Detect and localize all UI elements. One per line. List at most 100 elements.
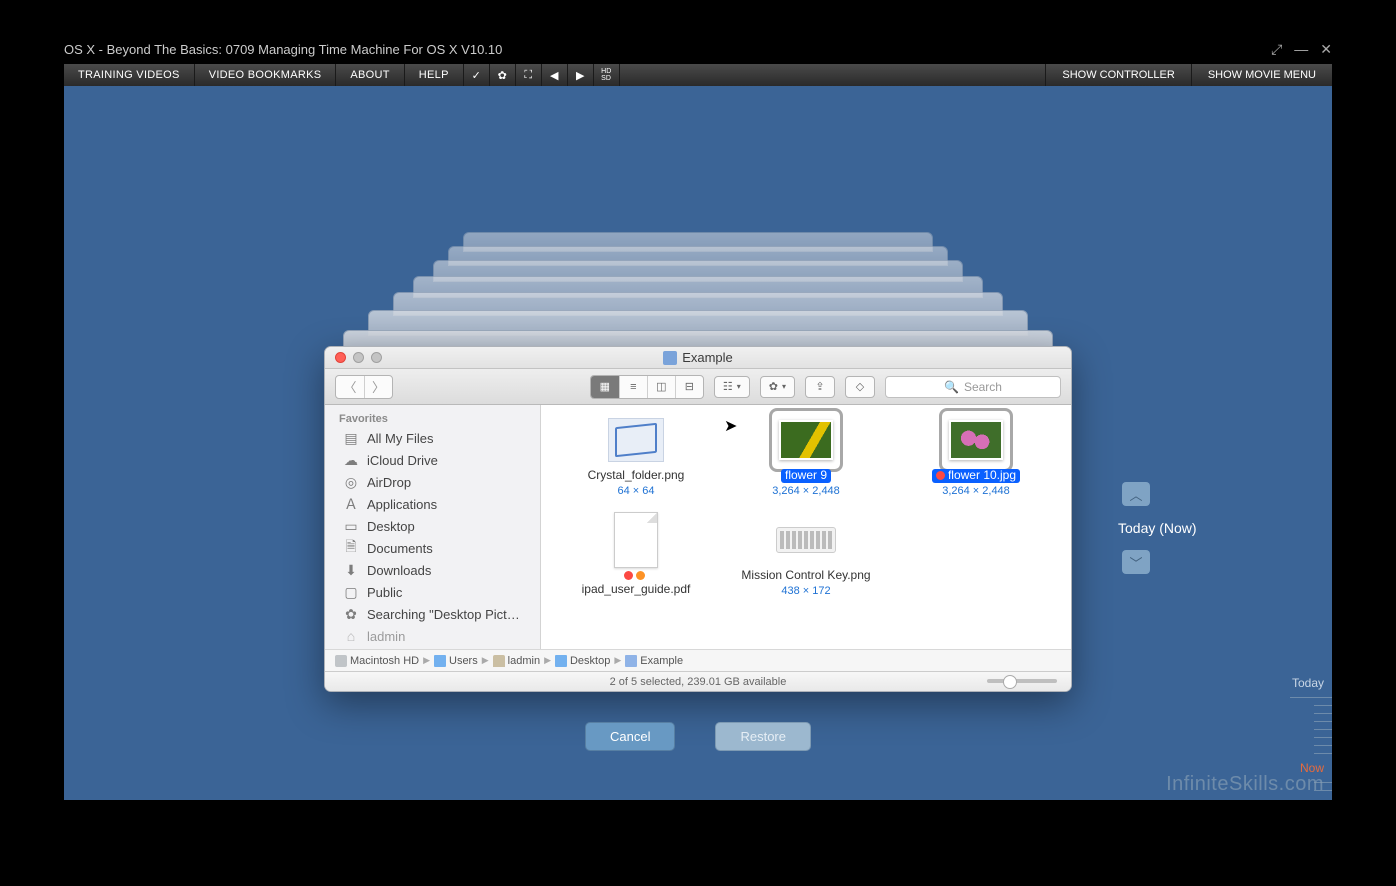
documents-icon: 🗎: [343, 540, 359, 556]
sidebar-item-applications[interactable]: ＡApplications: [325, 493, 540, 515]
menu-help[interactable]: HELP: [405, 64, 464, 86]
folder-icon: [663, 351, 677, 365]
player-menubar: TRAINING VIDEOS VIDEO BOOKMARKS ABOUT HE…: [64, 64, 1332, 86]
action-button[interactable]: ✿ ▾: [760, 376, 795, 398]
file-name: ipad_user_guide.pdf: [571, 569, 701, 597]
desktop-icon: ▭: [343, 518, 359, 534]
timeline-today-label: Today: [1272, 676, 1332, 690]
file-item[interactable]: flower 10.jpg 3,264 × 2,448: [895, 413, 1057, 497]
menu-training-videos[interactable]: TRAINING VIDEOS: [64, 64, 195, 86]
path-segment[interactable]: Users: [434, 655, 478, 667]
tags-button[interactable]: ◇: [845, 376, 875, 398]
tag-red-icon: [624, 571, 633, 580]
window-restore-icon[interactable]: ⤢: [1271, 41, 1282, 58]
nav-back-button[interactable]: 〈: [336, 376, 364, 398]
status-text: 2 of 5 selected, 239.01 GB available: [610, 676, 787, 688]
menu-video-bookmarks[interactable]: VIDEO BOOKMARKS: [195, 64, 337, 86]
app-window-title: OS X - Beyond The Basics: 0709 Managing …: [64, 42, 1271, 57]
finder-window: Example 〈 〉 ▦ ≡ ◫ ⊟ ☷ ▾ ✿ ▾ ⇪ ◇: [324, 346, 1072, 692]
file-name: Mission Control Key.png: [741, 569, 870, 583]
share-button[interactable]: ⇪: [805, 376, 835, 398]
menu-show-movie-menu[interactable]: SHOW MOVIE MENU: [1191, 64, 1332, 86]
hd-icon: [335, 655, 347, 667]
sidebar-item-public[interactable]: ▢Public: [325, 581, 540, 603]
timeline-current-label: Today (Now): [1118, 520, 1197, 536]
check-icon[interactable]: ✓: [464, 64, 490, 86]
keyboard-thumb-icon: [776, 527, 836, 553]
gear-icon[interactable]: ✿: [490, 64, 516, 86]
sidebar-item-all-my-files[interactable]: ▤All My Files: [325, 427, 540, 449]
sidebar-item-documents[interactable]: 🗎Documents: [325, 537, 540, 559]
prev-icon[interactable]: ◀: [542, 64, 568, 86]
applications-icon: Ａ: [343, 496, 359, 512]
finder-sidebar: Favorites ▤All My Files ☁iCloud Drive ◎A…: [325, 405, 541, 649]
pdf-thumb-icon: [614, 512, 658, 568]
airdrop-icon: ◎: [343, 474, 359, 490]
public-icon: ▢: [343, 584, 359, 600]
gear-icon: ✿: [343, 606, 359, 622]
view-list-button[interactable]: ≡: [619, 376, 647, 398]
search-input[interactable]: 🔍 Search: [885, 376, 1061, 398]
tag-red-icon: [936, 471, 945, 480]
view-icon-button[interactable]: ▦: [591, 376, 619, 398]
folder-thumb-icon: [608, 418, 664, 462]
all-files-icon: ▤: [343, 430, 359, 446]
menu-about[interactable]: ABOUT: [336, 64, 404, 86]
search-icon: 🔍: [944, 380, 959, 394]
finder-title: Example: [682, 350, 733, 365]
sidebar-item-downloads[interactable]: ⬇Downloads: [325, 559, 540, 581]
play-icon[interactable]: ▶: [568, 64, 594, 86]
chevron-right-icon: ▶: [482, 655, 489, 666]
file-item[interactable]: ipad_user_guide.pdf: [555, 513, 717, 597]
file-item[interactable]: Mission Control Key.png 438 × 172: [725, 513, 887, 597]
file-dimensions: 3,264 × 2,448: [772, 485, 840, 497]
view-column-button[interactable]: ◫: [647, 376, 675, 398]
sidebar-item-airdrop[interactable]: ◎AirDrop: [325, 471, 540, 493]
file-name: flower 10.jpg: [932, 469, 1020, 483]
traffic-close-icon[interactable]: [335, 352, 346, 363]
timeline-up-button[interactable]: ︿: [1122, 482, 1150, 506]
chevron-right-icon: ▶: [544, 655, 551, 666]
path-segment[interactable]: ladmin: [493, 655, 540, 667]
downloads-icon: ⬇: [343, 562, 359, 578]
cloud-icon: ☁: [343, 452, 359, 468]
search-placeholder: Search: [964, 380, 1002, 394]
file-dimensions: 438 × 172: [781, 585, 830, 597]
file-item[interactable]: Crystal_folder.png 64 × 64: [555, 413, 717, 497]
timeline-down-button[interactable]: ﹀: [1122, 550, 1150, 574]
path-segment[interactable]: Desktop: [555, 655, 610, 667]
timeline-ticks[interactable]: Today Now: [1272, 506, 1332, 800]
image-thumb-icon: [779, 420, 833, 460]
traffic-zoom-icon[interactable]: [371, 352, 382, 363]
window-close-icon[interactable]: ✕: [1320, 41, 1332, 58]
tag-orange-icon: [636, 571, 645, 580]
traffic-minimize-icon[interactable]: [353, 352, 364, 363]
image-thumb-icon: [949, 420, 1003, 460]
nav-forward-button[interactable]: 〉: [364, 376, 392, 398]
arrange-button[interactable]: ☷ ▾: [714, 376, 750, 398]
hd-sd-icon[interactable]: HDSD: [594, 64, 620, 86]
file-dimensions: 64 × 64: [617, 485, 654, 497]
path-segment[interactable]: Example: [625, 655, 683, 667]
home-icon: ⌂: [343, 628, 359, 644]
path-segment[interactable]: Macintosh HD: [335, 655, 419, 667]
sidebar-item-icloud-drive[interactable]: ☁iCloud Drive: [325, 449, 540, 471]
sidebar-header: Favorites: [325, 411, 540, 427]
window-minimize-icon[interactable]: —: [1294, 41, 1308, 58]
view-coverflow-button[interactable]: ⊟: [675, 376, 703, 398]
sidebar-item-search[interactable]: ✿Searching "Desktop Pict…: [325, 603, 540, 625]
file-name: Crystal_folder.png: [588, 469, 685, 483]
file-item[interactable]: flower 9 3,264 × 2,448: [725, 413, 887, 497]
home-icon: [493, 655, 505, 667]
popout-icon[interactable]: ⛶: [516, 64, 542, 86]
folder-icon: [625, 655, 637, 667]
icon-size-slider[interactable]: [987, 679, 1057, 683]
cancel-button[interactable]: Cancel: [585, 722, 675, 751]
file-dimensions: 3,264 × 2,448: [942, 485, 1010, 497]
menu-show-controller[interactable]: SHOW CONTROLLER: [1045, 64, 1190, 86]
sidebar-item-ladmin[interactable]: ⌂ladmin: [325, 625, 540, 647]
path-bar: Macintosh HD ▶ Users ▶ ladmin ▶ Desktop …: [325, 649, 1071, 671]
restore-button[interactable]: Restore: [715, 722, 811, 751]
watermark: InfiniteSkills.com: [1166, 773, 1324, 796]
sidebar-item-desktop[interactable]: ▭Desktop: [325, 515, 540, 537]
